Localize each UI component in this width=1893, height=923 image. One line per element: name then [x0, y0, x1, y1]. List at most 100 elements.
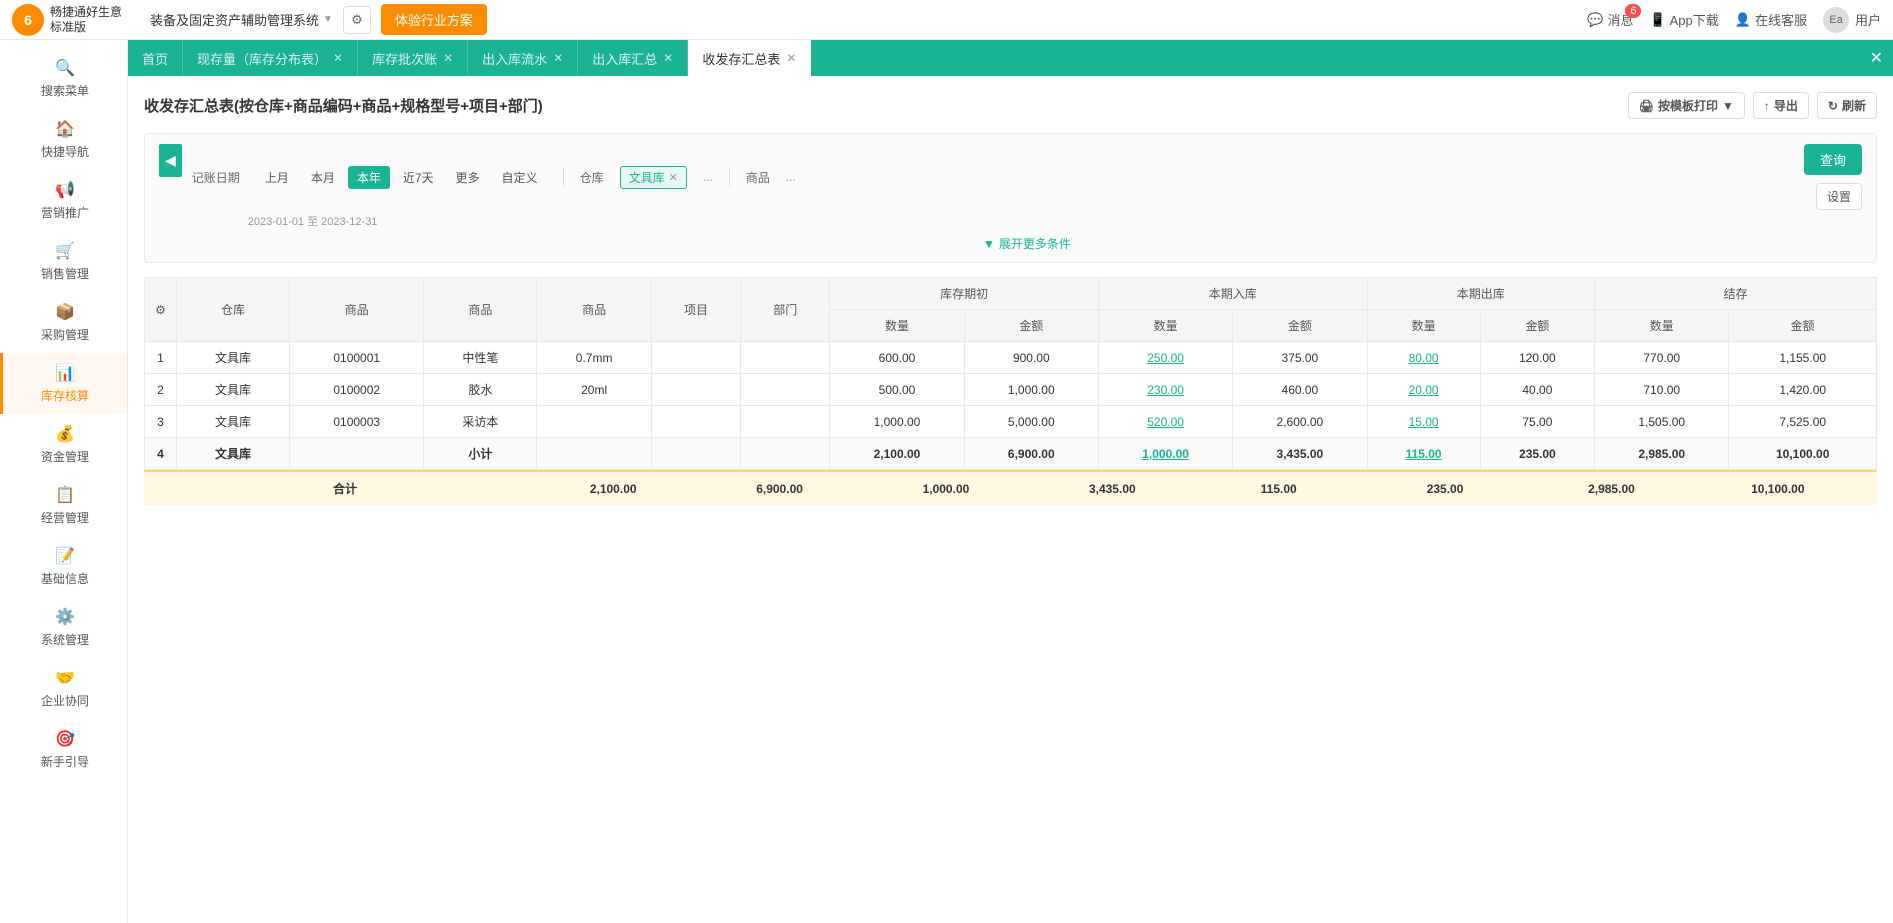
filter-area: ◀ 记账日期 上月 本月 本年 近7天 更多 自定义 — [144, 133, 1877, 263]
export-label: 导出 — [1774, 97, 1798, 114]
app-layout: 🔍 搜索菜单 🏠 快捷导航 📢 营销推广 🛒 销售管理 📦 采购管理 📊 库存核… — [0, 40, 1893, 923]
warehouse-tag-close[interactable]: ✕ — [669, 171, 678, 184]
table-row: 3 文具库 0100003 采访本 1,000.00 5,000.00 520.… — [145, 406, 1877, 438]
sidebar-item-sales[interactable]: 🛒 销售管理 — [0, 231, 127, 292]
row1-open-amt: 900.00 — [964, 342, 1098, 374]
sidebar-item-marketing[interactable]: 📢 营销推广 — [0, 170, 127, 231]
finance-icon: 💰 — [55, 424, 75, 444]
warehouse-more[interactable]: ... — [703, 170, 713, 184]
col-warehouse: 仓库 — [177, 278, 290, 342]
open-qty-header: 数量 — [830, 310, 964, 342]
system-selector[interactable]: 装备及固定资产辅助管理系统 ▼ — [150, 10, 333, 29]
date-btn-prev-month[interactable]: 上月 — [256, 166, 298, 189]
export-button[interactable]: ↑ 导出 — [1753, 92, 1809, 119]
row3-no: 3 — [145, 406, 177, 438]
tab-inout-summary[interactable]: 出入库汇总 ✕ — [578, 40, 688, 76]
row1-spec: 0.7mm — [537, 342, 651, 374]
sidebar-label-system: 系统管理 — [41, 631, 89, 648]
row3-code: 0100003 — [290, 406, 424, 438]
subtotal-open-qty: 2,100.00 — [830, 438, 964, 470]
sidebar-item-base[interactable]: 📝 基础信息 — [0, 536, 127, 597]
in-amt-header: 金额 — [1233, 310, 1367, 342]
tab-bar-close-all[interactable]: ✕ — [1870, 48, 1893, 68]
notification-badge: 6 — [1625, 4, 1641, 18]
tab-inventory-dist[interactable]: 现存量（库存分布表） ✕ — [183, 40, 358, 76]
user-area[interactable]: Ea 用户 — [1823, 7, 1881, 33]
expand-row: ▼ 展开更多条件 — [192, 229, 1862, 252]
total-out-amt: 235.00 — [1362, 482, 1528, 496]
row2-warehouse: 文具库 — [177, 374, 290, 406]
expand-conditions-btn[interactable]: ▼ 展开更多条件 — [983, 235, 1071, 252]
row1-out-qty[interactable]: 80.00 — [1367, 342, 1480, 374]
date-btn-cur-month[interactable]: 本月 — [302, 166, 344, 189]
col-settings[interactable]: ⚙ — [145, 278, 177, 342]
sidebar-item-guide[interactable]: 🎯 新手引导 — [0, 719, 127, 780]
filter-sep-1 — [563, 167, 564, 187]
page-title: 收发存汇总表(按仓库+商品编码+商品+规格型号+项目+部门) — [144, 95, 543, 116]
date-btn-more[interactable]: 更多 — [447, 166, 489, 189]
subtotal-warehouse: 文具库 — [177, 438, 290, 470]
sidebar-item-collab[interactable]: 🤝 企业协同 — [0, 658, 127, 719]
date-btn-cur-year[interactable]: 本年 — [348, 166, 390, 189]
row2-in-qty[interactable]: 230.00 — [1098, 374, 1232, 406]
operations-icon: 📋 — [55, 485, 75, 505]
row2-name: 胶水 — [424, 374, 537, 406]
marketing-icon: 📢 — [55, 180, 75, 200]
refresh-button[interactable]: ↻ 刷新 — [1817, 92, 1877, 119]
date-btn-7days[interactable]: 近7天 — [394, 166, 443, 189]
app-download-item[interactable]: 📱 App下载 — [1649, 10, 1718, 29]
row2-out-qty[interactable]: 20.00 — [1367, 374, 1480, 406]
goods-more[interactable]: ... — [786, 170, 796, 184]
group-out: 本期出库 — [1367, 278, 1595, 310]
search-icon: 🔍 — [55, 58, 75, 78]
tab-recv-summary[interactable]: 收发存汇总表 ✕ — [688, 40, 811, 76]
user-name-label: 用户 — [1855, 10, 1881, 29]
settings-button[interactable]: ⚙ — [343, 6, 371, 34]
row1-project — [651, 342, 740, 374]
tab-inout-summary-label: 出入库汇总 — [592, 49, 657, 68]
sidebar-item-operations[interactable]: 📋 经营管理 — [0, 475, 127, 536]
row1-name: 中性笔 — [424, 342, 537, 374]
row3-spec — [537, 406, 651, 438]
row3-open-amt: 5,000.00 — [964, 406, 1098, 438]
sidebar-item-finance[interactable]: 💰 资金管理 — [0, 414, 127, 475]
row3-out-qty[interactable]: 15.00 — [1367, 406, 1480, 438]
row2-project — [651, 374, 740, 406]
subtotal-out-qty[interactable]: 115.00 — [1367, 438, 1480, 470]
online-service-item[interactable]: 👤 在线客服 — [1735, 10, 1807, 29]
subtotal-project — [651, 438, 740, 470]
row3-in-qty[interactable]: 520.00 — [1098, 406, 1232, 438]
subtotal-dept — [741, 438, 830, 470]
query-button[interactable]: 查询 — [1804, 144, 1862, 175]
system-dropdown-icon: ▼ — [323, 14, 333, 25]
print-button[interactable]: 🖨 按模板打印 ▼ — [1628, 92, 1745, 119]
warehouse-filter-tag: 文具库 ✕ — [620, 166, 687, 189]
sidebar-item-quick-nav[interactable]: 🏠 快捷导航 — [0, 109, 127, 170]
notification-item[interactable]: 💬 消息 6 — [1587, 10, 1633, 29]
tab-inventory-dist-close[interactable]: ✕ — [333, 51, 343, 65]
tab-recv-summary-close[interactable]: ✕ — [786, 51, 796, 65]
tab-batch-close[interactable]: ✕ — [443, 51, 453, 65]
trial-button[interactable]: 体验行业方案 — [381, 4, 487, 35]
subtotal-in-qty[interactable]: 1,000.00 — [1098, 438, 1232, 470]
sidebar-item-search[interactable]: 🔍 搜索菜单 — [0, 48, 127, 109]
user-avatar: Ea — [1823, 7, 1849, 33]
tab-inout-flow-close[interactable]: ✕ — [553, 51, 563, 65]
date-btn-custom[interactable]: 自定义 — [493, 166, 547, 189]
logo-icon: 6 — [12, 4, 44, 36]
row1-warehouse: 文具库 — [177, 342, 290, 374]
tab-inout-summary-close[interactable]: ✕ — [663, 51, 673, 65]
sidebar-item-system[interactable]: ⚙️ 系统管理 — [0, 597, 127, 658]
row1-bal-amt: 1,155.00 — [1729, 342, 1877, 374]
tab-inout-flow[interactable]: 出入库流水 ✕ — [468, 40, 578, 76]
row1-dept — [741, 342, 830, 374]
tab-home[interactable]: 首页 — [128, 40, 183, 76]
filter-collapse-btn[interactable]: ◀ — [159, 144, 182, 177]
sidebar-item-purchase[interactable]: 📦 采购管理 — [0, 292, 127, 353]
row1-in-qty[interactable]: 250.00 — [1098, 342, 1232, 374]
tab-batch[interactable]: 库存批次账 ✕ — [358, 40, 468, 76]
sidebar-item-inventory[interactable]: 📊 库存核算 — [0, 353, 127, 414]
set-button[interactable]: 设置 — [1816, 183, 1862, 210]
date-range-display: 2023-01-01 至 2023-12-31 — [248, 213, 1862, 229]
filter-row-1: 记账日期 上月 本月 本年 近7天 更多 自定义 仓库 — [192, 144, 1862, 210]
